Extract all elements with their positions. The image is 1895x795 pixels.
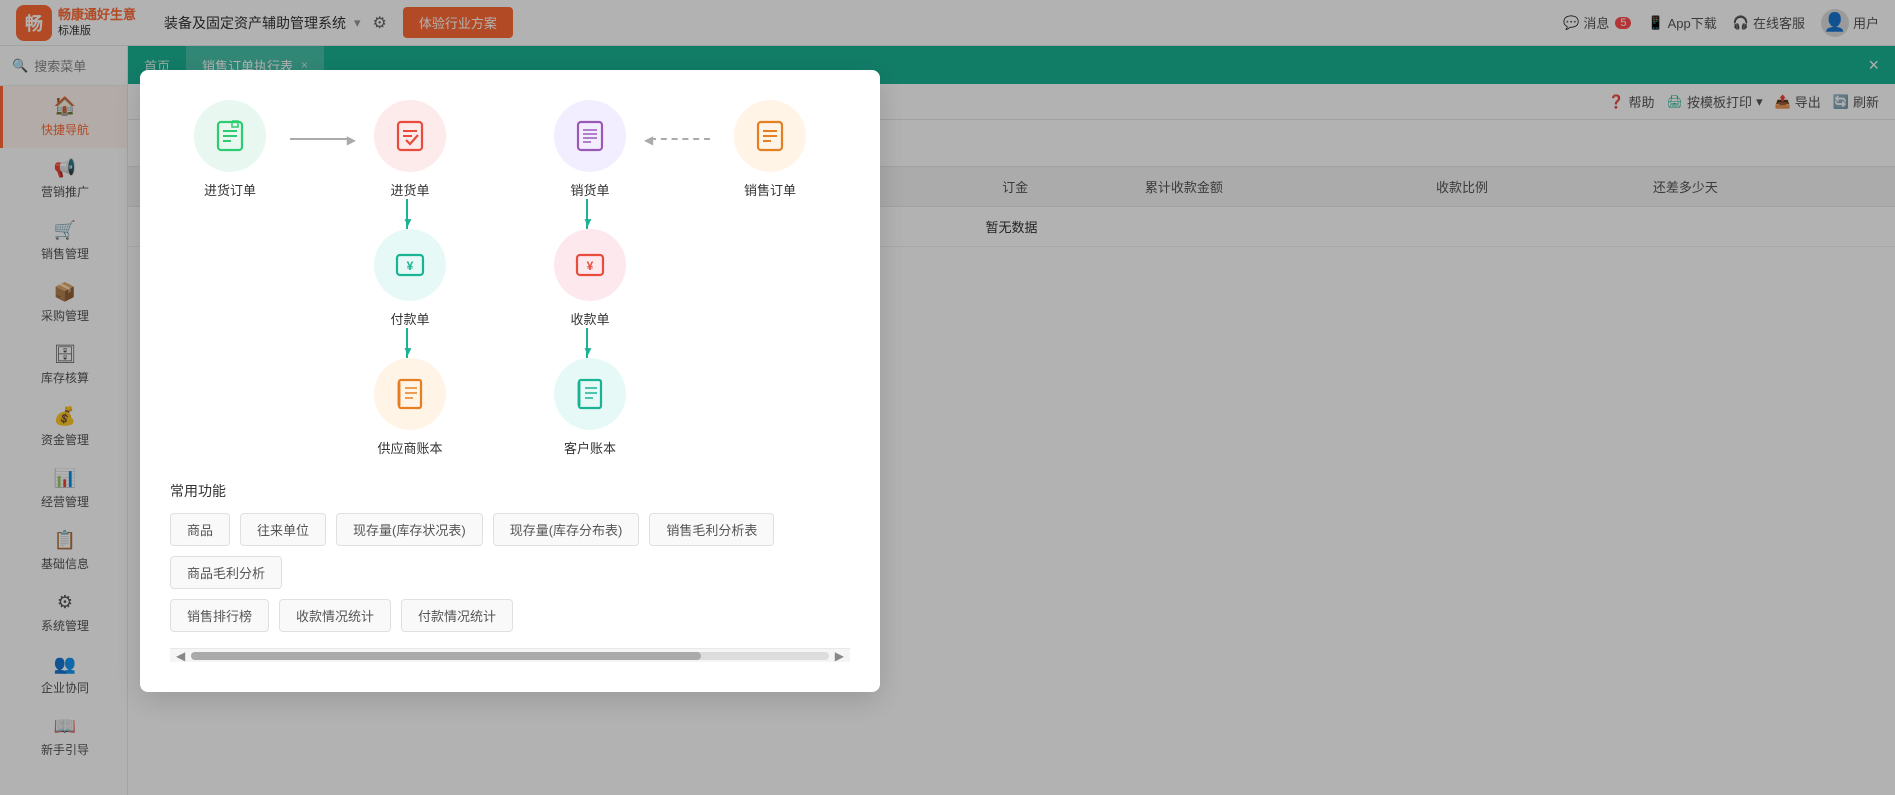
sales-bill-icon xyxy=(554,100,626,172)
modal-scrollbar: ◀ ▶ xyxy=(170,648,850,662)
wf-node-supplier-ledger: 供应商账本 xyxy=(350,358,470,457)
sales-order-label: 销售订单 xyxy=(744,180,796,199)
scroll-left-arrow[interactable]: ◀ xyxy=(174,649,187,663)
payment-bill-label: 付款单 xyxy=(390,309,429,328)
common-btn-sales-profit[interactable]: 销售毛利分析表 xyxy=(649,513,774,546)
arrow-so-to-sb: ◀ xyxy=(650,138,710,140)
payment-bill-icon: ¥ xyxy=(374,229,446,301)
scroll-right-arrow[interactable]: ▶ xyxy=(833,649,846,663)
customer-ledger-icon xyxy=(554,358,626,430)
common-btn-product-profit[interactable]: 商品毛利分析 xyxy=(170,556,282,589)
common-functions-section: 常用功能 商品 往来单位 现存量(库存状况表) 现存量(库存分布表) 销售毛利分… xyxy=(170,481,850,632)
modal-box: 进货订单 ▶ 进货单 xyxy=(140,70,880,692)
receipt-bill-label: 收款单 xyxy=(570,309,609,328)
customer-ledger-label: 客户账本 xyxy=(564,438,616,457)
scroll-track[interactable] xyxy=(191,652,829,660)
modal-overlay[interactable]: 进货订单 ▶ 进货单 xyxy=(0,0,1895,795)
common-functions-title: 常用功能 xyxy=(170,481,850,501)
common-btn-contacts[interactable]: 往来单位 xyxy=(240,513,326,546)
wf-node-customer-ledger: 客户账本 xyxy=(530,358,650,457)
arrow-down-pay: ▼ xyxy=(350,328,470,358)
common-btn-sales-rank[interactable]: 销售排行榜 xyxy=(170,599,269,632)
common-btn-stock-status[interactable]: 现存量(库存状况表) xyxy=(336,513,483,546)
common-functions-buttons: 商品 往来单位 现存量(库存状况表) 现存量(库存分布表) 销售毛利分析表 商品… xyxy=(170,513,850,589)
wf-node-purchase-bill: 进货单 xyxy=(350,100,470,199)
scroll-thumb xyxy=(191,652,701,660)
arrow-down-rec: ▼ xyxy=(530,328,650,358)
arrow-down-sb: ▼ xyxy=(530,199,650,229)
common-btn-stock-dist[interactable]: 现存量(库存分布表) xyxy=(493,513,640,546)
purchase-bill-label: 进货单 xyxy=(390,180,429,199)
supplier-ledger-label: 供应商账本 xyxy=(377,438,442,457)
svg-text:¥: ¥ xyxy=(587,259,594,273)
common-btn-payment-stats[interactable]: 付款情况统计 xyxy=(401,599,513,632)
wf-node-payment-bill: ¥ 付款单 xyxy=(350,229,470,328)
common-btn-receipt-stats[interactable]: 收款情况统计 xyxy=(279,599,391,632)
purchase-order-icon xyxy=(194,100,266,172)
supplier-ledger-icon xyxy=(374,358,446,430)
sales-bill-label: 销货单 xyxy=(570,180,609,199)
sales-order-icon xyxy=(734,100,806,172)
wf-node-sales-order: 销售订单 xyxy=(710,100,830,199)
purchase-order-label: 进货订单 xyxy=(204,180,256,199)
wf-node-sales-bill: 销货单 xyxy=(530,100,650,199)
receipt-bill-icon: ¥ xyxy=(554,229,626,301)
wf-node-receipt-bill: ¥ 收款单 xyxy=(530,229,650,328)
common-functions-buttons-row2: 销售排行榜 收款情况统计 付款情况统计 xyxy=(170,599,850,632)
common-btn-product[interactable]: 商品 xyxy=(170,513,230,546)
wf-node-purchase-order: 进货订单 xyxy=(170,100,290,199)
purchase-bill-icon xyxy=(374,100,446,172)
arrow-down-pb: ▼ xyxy=(350,199,470,229)
arrow-po-to-pb: ▶ xyxy=(290,138,350,140)
svg-text:¥: ¥ xyxy=(407,259,414,273)
